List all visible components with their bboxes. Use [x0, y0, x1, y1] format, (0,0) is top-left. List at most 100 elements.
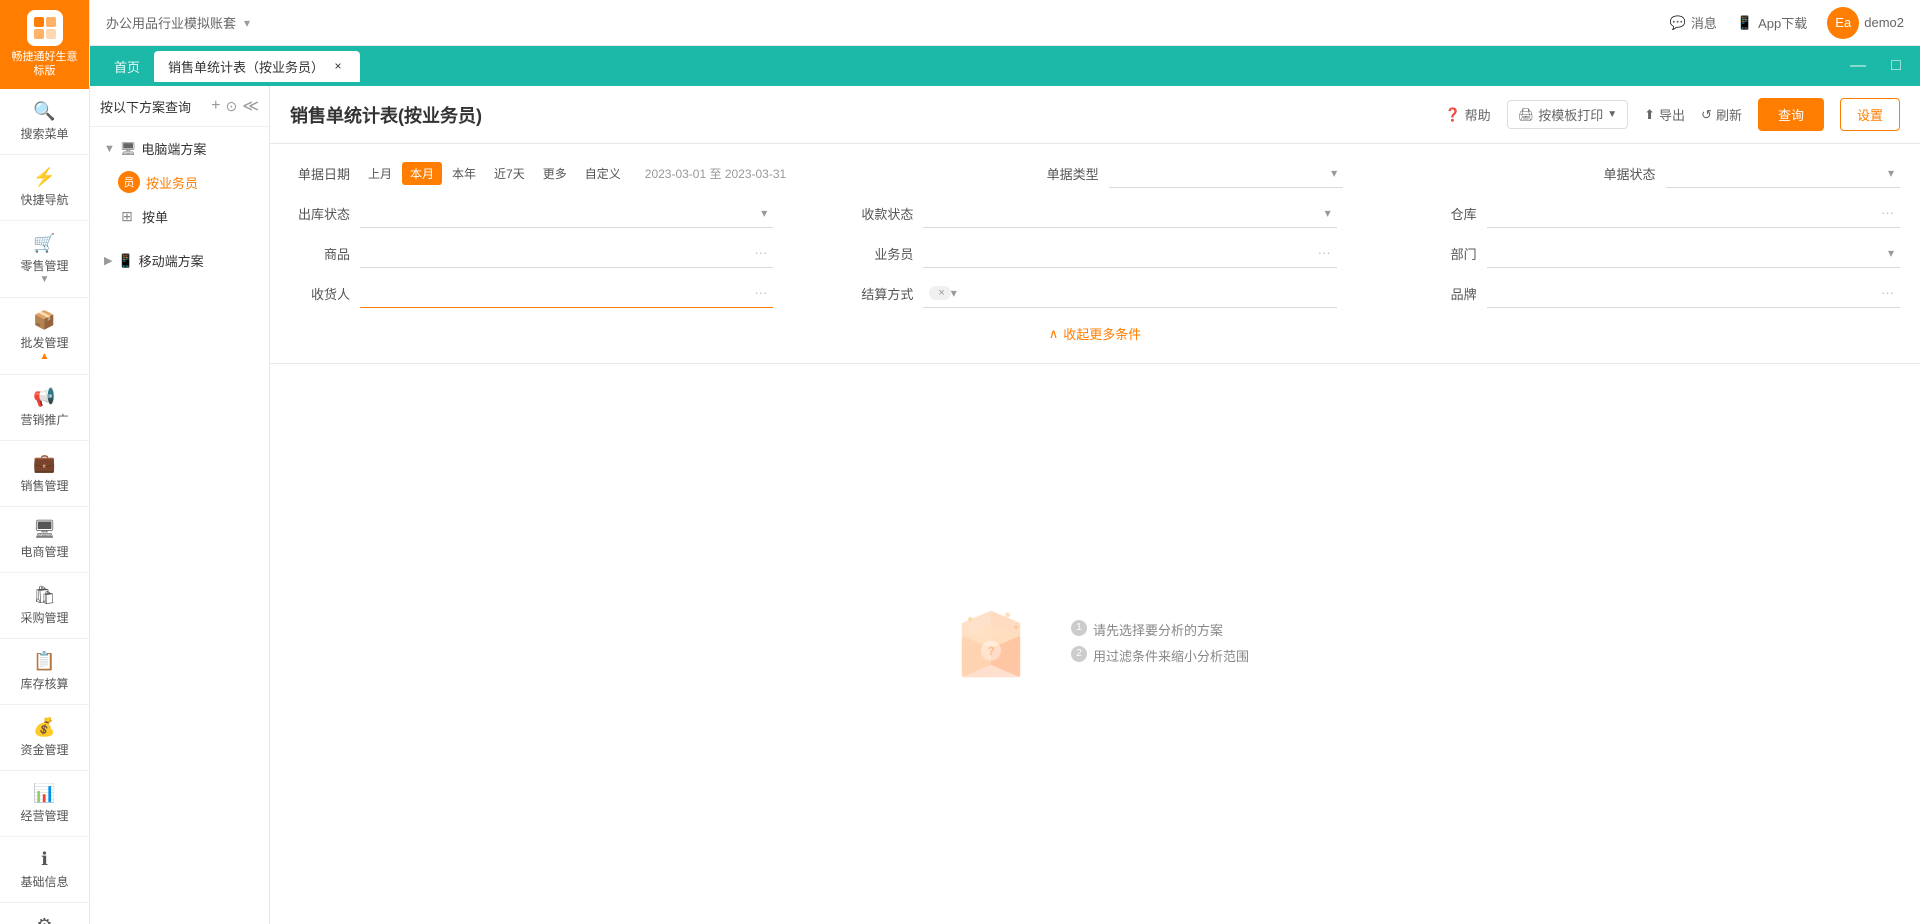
doc-status-filter[interactable]: ▾	[1666, 158, 1900, 188]
department-input[interactable]	[1493, 245, 1888, 260]
receiver-filter[interactable]: ···	[360, 278, 773, 308]
edit-scheme-button[interactable]: ⊙	[226, 98, 238, 115]
date-tab-more[interactable]: 更多	[535, 162, 575, 185]
receiver-more[interactable]: ···	[754, 285, 767, 300]
sidebar-item-sales[interactable]: 💼 销售管理	[0, 441, 89, 507]
left-panel-header: 按以下方案查询 + ⊙ ≪	[90, 86, 269, 127]
date-tab-this-month[interactable]: 本月	[402, 162, 442, 185]
sidebar-item-marketing[interactable]: 📢 营销推广	[0, 375, 89, 441]
settlement-filter[interactable]: × ▾	[923, 278, 1336, 308]
tab-home[interactable]: 首页	[100, 51, 154, 82]
sidebar-logo-text: 畅捷通好生意 标版	[5, 50, 85, 79]
settlement-arrow[interactable]: ▾	[951, 286, 957, 300]
salesperson-more[interactable]: ···	[1318, 245, 1331, 260]
help-button[interactable]: ❓ 帮助	[1444, 105, 1490, 124]
warehouse-more[interactable]: ···	[1881, 205, 1894, 220]
doc-status-input[interactable]	[1672, 165, 1888, 180]
date-tab-this-year[interactable]: 本年	[444, 162, 484, 185]
scheme-item-salesperson[interactable]: 员 按业务员	[90, 164, 269, 200]
collapse-label: 收起更多条件	[1063, 324, 1141, 343]
tab-close-button[interactable]: ×	[330, 58, 346, 74]
page-title: 销售单统计表(按业务员)	[290, 102, 482, 140]
receipt-status-input[interactable]	[929, 205, 1324, 220]
settlement-tag-close[interactable]: ×	[938, 287, 944, 299]
messages-action[interactable]: 💬 消息	[1670, 13, 1717, 32]
app-download-label: App下载	[1758, 13, 1807, 32]
product-filter[interactable]: ···	[360, 238, 773, 268]
avatar: Ea	[1827, 7, 1859, 39]
product-input[interactable]	[366, 245, 754, 260]
filter-area: 单据日期 上月 本月 本年 近7天 更多 自定义 2023-03-01 至 20…	[270, 144, 1920, 364]
purchase-icon: 🛍	[33, 585, 56, 606]
sidebar-item-ecommerce[interactable]: 🖥 电商管理	[0, 507, 89, 573]
sidebar-logo[interactable]: 畅捷通好生意 标版	[0, 0, 90, 89]
out-status-arrow[interactable]: ▾	[761, 206, 767, 220]
header-left: 办公用品行业模拟账套 ▾	[106, 13, 250, 32]
brand-input[interactable]	[1493, 285, 1881, 300]
export-button[interactable]: ⬆ 导出	[1644, 105, 1685, 124]
export-icon: ⬆	[1644, 107, 1655, 123]
system-icon: ⚙	[36, 915, 52, 924]
receipt-status-arrow[interactable]: ▾	[1325, 206, 1331, 220]
date-tab-custom[interactable]: 自定义	[577, 162, 629, 185]
out-status-filter[interactable]: ▾	[360, 198, 773, 228]
out-status-label: 出库状态	[290, 204, 350, 223]
tip1-number: 1	[1071, 620, 1087, 636]
receipt-status-filter[interactable]: ▾	[923, 198, 1336, 228]
scheme-item-order[interactable]: ⊞ 按单	[90, 200, 269, 233]
doc-type-input[interactable]	[1115, 165, 1331, 180]
print-button[interactable]: 🖨 按模板打印 ▼	[1507, 100, 1628, 129]
out-status-input[interactable]	[366, 205, 761, 220]
brand-more[interactable]: ···	[1881, 285, 1894, 300]
doc-status-arrow[interactable]: ▾	[1888, 166, 1894, 180]
receiver-input[interactable]	[366, 285, 754, 300]
warehouse-input[interactable]	[1493, 205, 1881, 220]
sidebar-item-basic[interactable]: ℹ 基础信息	[0, 837, 89, 903]
main-area: 办公用品行业模拟账套 ▾ 💬 消息 📱 App下载 Ea demo2 首页 销售…	[90, 0, 1920, 924]
active-tab-label: 销售单统计表（按业务员）	[168, 57, 324, 76]
refresh-icon: ↺	[1701, 107, 1712, 123]
sidebar-item-wholesale[interactable]: 📦 批发管理 ▲	[0, 298, 89, 375]
mobile-scheme-group-header[interactable]: ▶ 📱 移动端方案	[90, 245, 269, 276]
doc-type-arrow[interactable]: ▾	[1331, 166, 1337, 180]
department-filter[interactable]: ▾	[1487, 238, 1900, 268]
sidebar-item-system[interactable]: ⚙ 系统管理	[0, 903, 89, 924]
sidebar-item-quicknav[interactable]: ⚡ 快捷导航	[0, 155, 89, 221]
page-header: 销售单统计表(按业务员) ❓ 帮助 🖨 按模板打印 ▼ ⬆ 导出	[270, 86, 1920, 144]
pc-scheme-group-header[interactable]: ▼ 🖥 电脑端方案	[90, 133, 269, 164]
pc-scheme-icon: 🖥	[120, 141, 137, 157]
print-icon: 🖨	[1518, 107, 1535, 123]
sidebar-item-purchase[interactable]: 🛍 采购管理	[0, 573, 89, 639]
salesperson-input[interactable]	[929, 245, 1317, 260]
sidebar-item-finance[interactable]: 💰 资金管理	[0, 705, 89, 771]
print-arrow-icon: ▼	[1607, 109, 1617, 120]
salesperson-scheme-icon: 员	[118, 171, 140, 193]
refresh-button[interactable]: ↺ 刷新	[1701, 105, 1742, 124]
tab-maximize-button[interactable]: □	[1882, 52, 1910, 80]
sidebar-item-retail[interactable]: 🛒 零售管理 ▼	[0, 221, 89, 298]
collapse-panel-button[interactable]: ≪	[242, 96, 259, 116]
salesperson-filter[interactable]: ···	[923, 238, 1336, 268]
date-tab-7days[interactable]: 近7天	[486, 162, 533, 185]
mobile-scheme-arrow: ▶	[104, 254, 112, 267]
sidebar-item-inventory[interactable]: 📋 库存核算	[0, 639, 89, 705]
add-scheme-button[interactable]: +	[211, 97, 220, 115]
product-more[interactable]: ···	[754, 245, 767, 260]
sidebar-item-search[interactable]: 🔍 搜索菜单	[0, 89, 89, 155]
query-button[interactable]: 查询	[1758, 98, 1824, 131]
order-scheme-label: 按单	[142, 207, 168, 226]
date-tab-last-month[interactable]: 上月	[360, 162, 400, 185]
department-arrow[interactable]: ▾	[1888, 246, 1894, 260]
sidebar-purchase-label: 采购管理	[20, 609, 68, 626]
tab-active[interactable]: 销售单统计表（按业务员） ×	[154, 51, 360, 82]
collapse-button[interactable]: ∧ 收起更多条件	[290, 318, 1900, 349]
brand-filter[interactable]: ···	[1487, 278, 1900, 308]
tab-minimize-button[interactable]: —	[1844, 52, 1872, 80]
sidebar-item-operation[interactable]: 📊 经营管理	[0, 771, 89, 837]
app-download-action[interactable]: 📱 App下载	[1737, 13, 1807, 32]
settings-button[interactable]: 设置	[1840, 98, 1900, 131]
empty-state-content: ? 1 请先选择要分析的方案 2 用过滤条件来缩小分析范围	[941, 594, 1249, 694]
user-action[interactable]: Ea demo2	[1827, 7, 1904, 39]
warehouse-filter[interactable]: ···	[1487, 198, 1900, 228]
doc-type-filter[interactable]: ▾	[1109, 158, 1343, 188]
